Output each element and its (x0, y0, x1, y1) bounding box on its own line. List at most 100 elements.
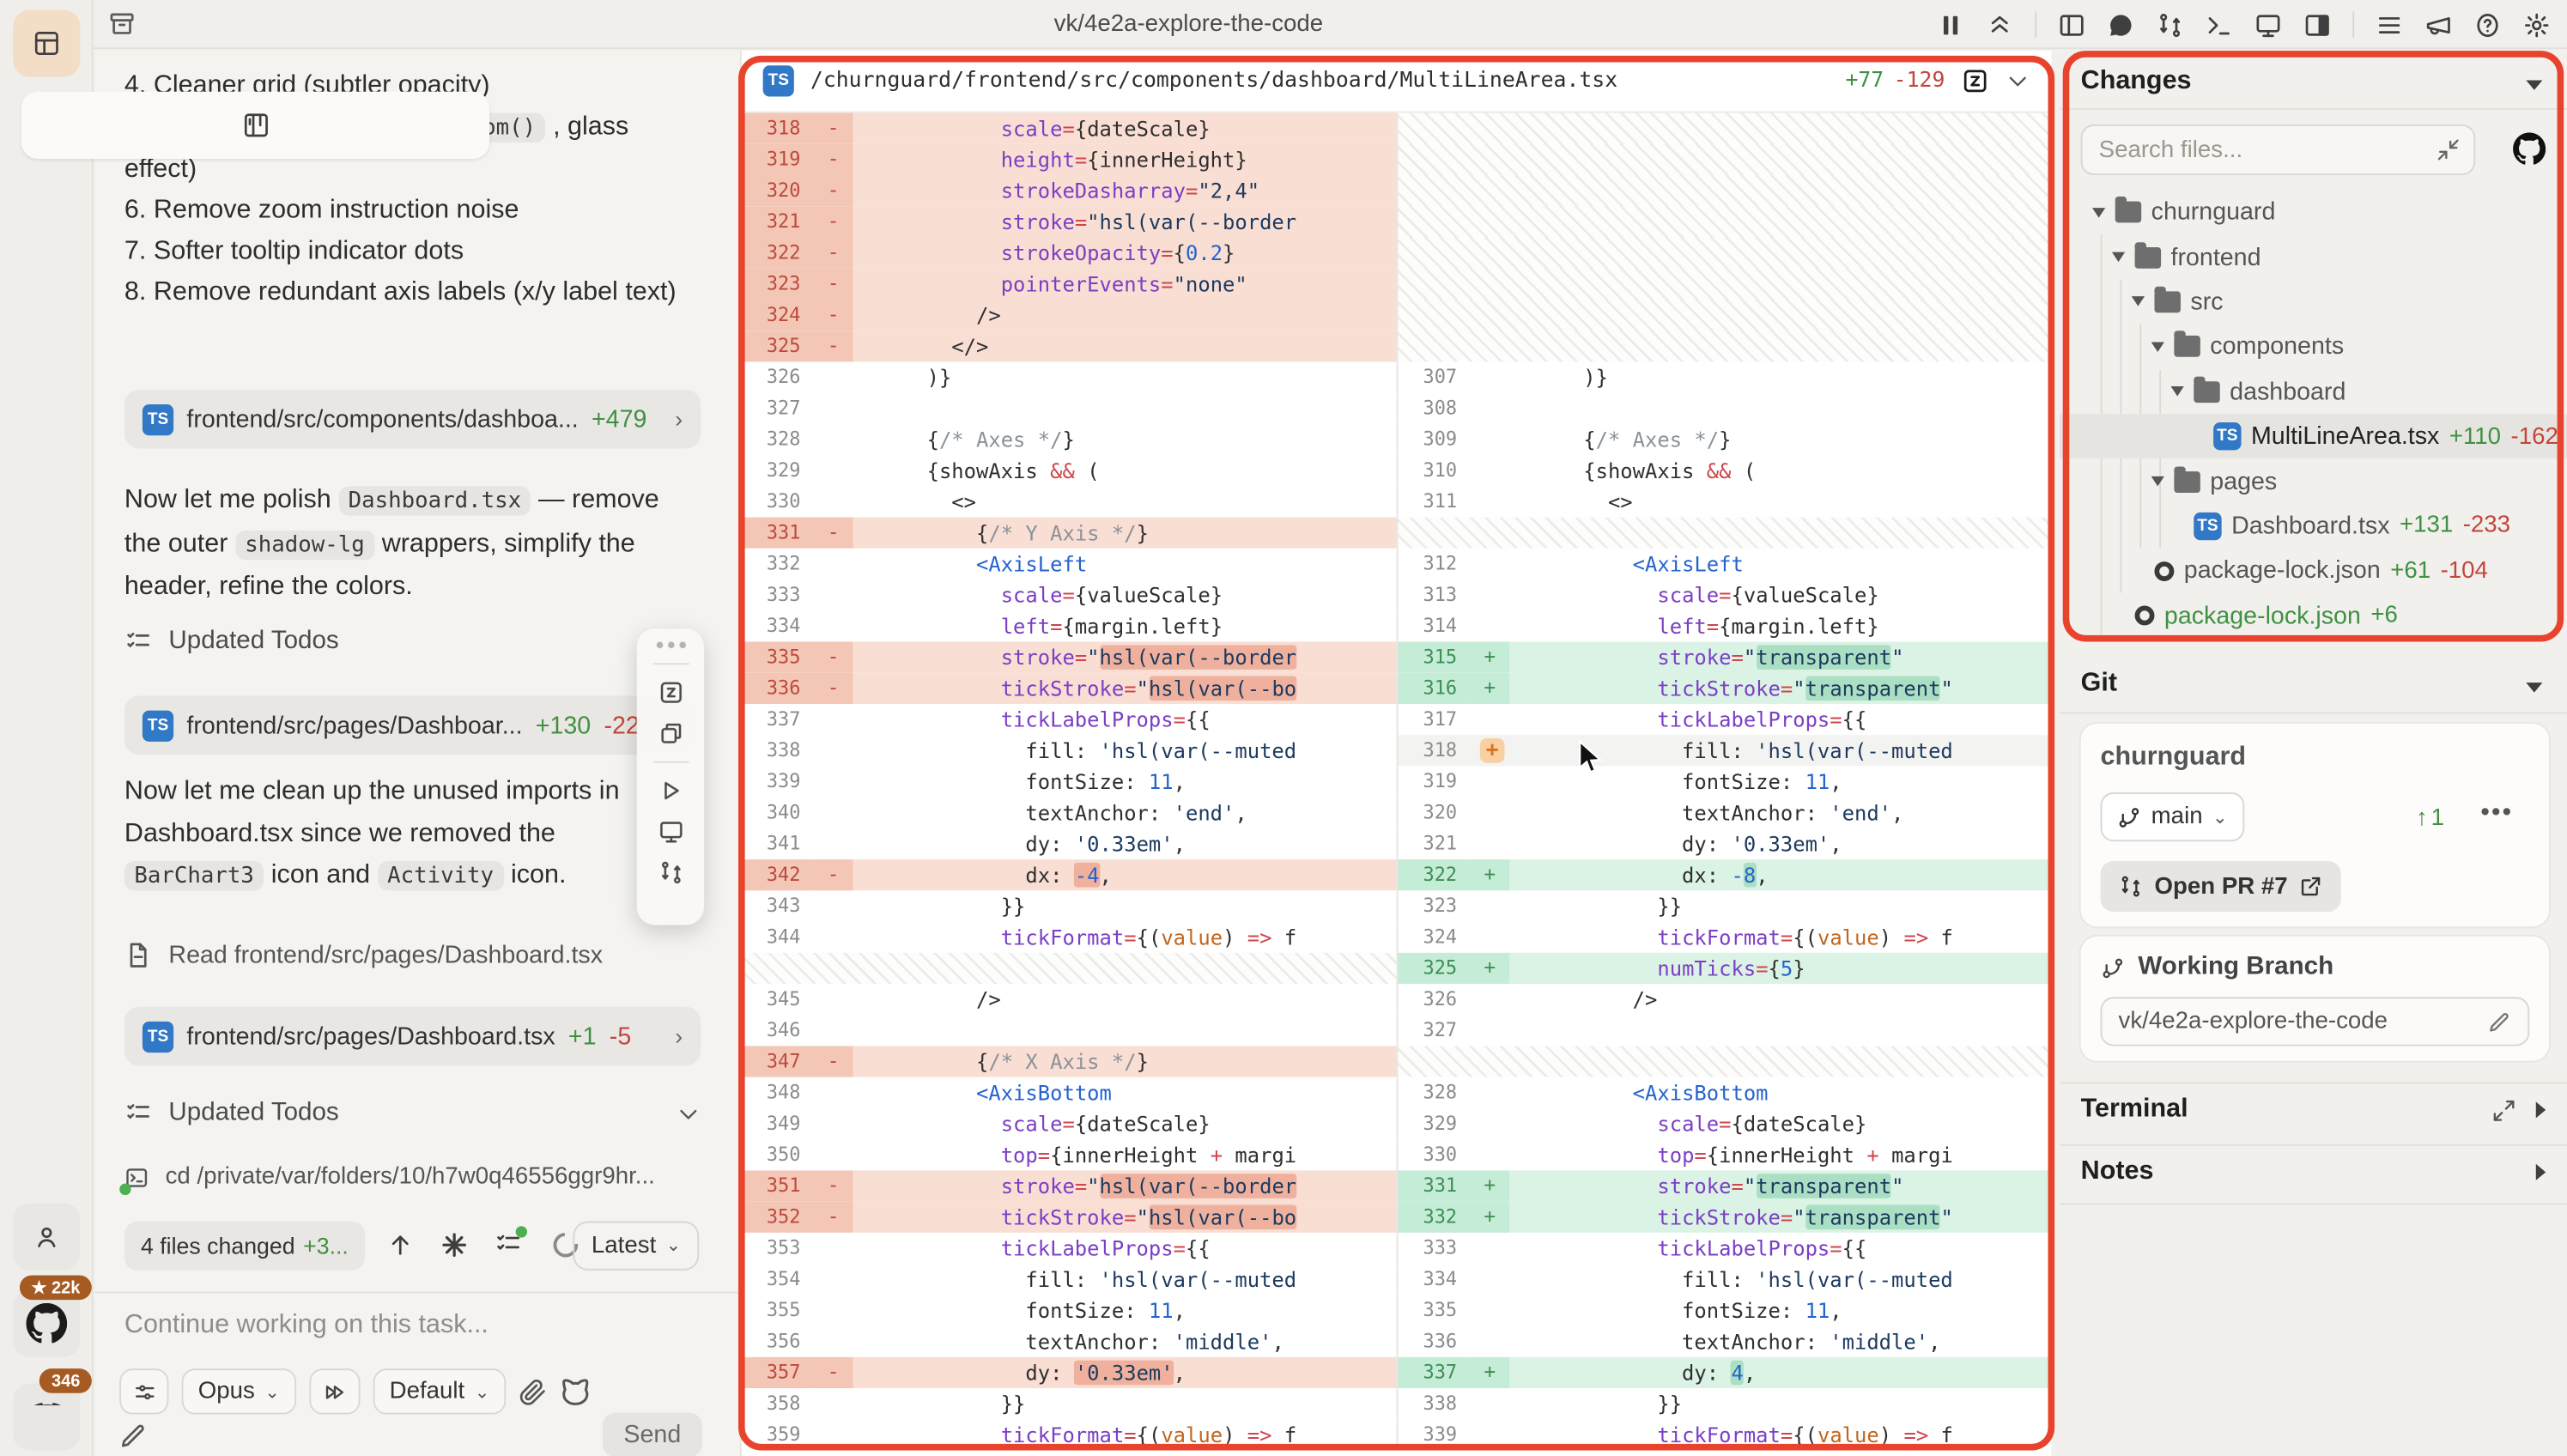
list-item: 6. Remove zoom instruction noise (124, 190, 706, 231)
collapse-icon[interactable] (2436, 137, 2461, 162)
read-file-row[interactable]: Read frontend/src/pages/Dashboard.tsx (124, 941, 701, 968)
left-rail: ★ 22k 346 (0, 0, 94, 1456)
megaphone-icon[interactable] (2424, 10, 2452, 38)
account-button[interactable] (13, 1204, 80, 1271)
diff-row: 327308 (742, 393, 2052, 424)
pen-icon[interactable] (119, 1423, 147, 1450)
folder-icon (2154, 291, 2181, 312)
triangle-right-icon[interactable] (2536, 1101, 2546, 1118)
list-item: 7. Softer tooltip indicator dots (124, 231, 706, 272)
diff-editor-icon[interactable] (658, 679, 684, 706)
tree-file-row[interactable]: package-lock.json+6 (2060, 593, 2567, 638)
github-cat-icon[interactable] (2513, 132, 2546, 165)
tree-file-row[interactable]: package-lock.json+61-104 (2060, 549, 2567, 593)
diff-row: 326 )}307 )} (742, 361, 2052, 392)
terminal-section-header[interactable]: Terminal (2081, 1095, 2546, 1125)
inline-code: Activity (378, 861, 504, 890)
file-change-chip[interactable]: TS frontend/src/pages/Dashboar... +130 -… (124, 695, 701, 755)
tree-folder-row[interactable]: churnguard (2060, 190, 2567, 234)
titlebar: vk/4e2a-explore-the-code (0, 0, 2567, 49)
tree-folder-row[interactable]: dashboard (2060, 369, 2567, 414)
diff-row: 331- {/* Y Axis */} (742, 518, 2052, 549)
mode-dropdown[interactable]: Default⌄ (373, 1368, 507, 1414)
help-icon[interactable] (2473, 10, 2501, 38)
chevron-down-icon[interactable] (2006, 69, 2030, 94)
tree-folder-row[interactable]: frontend (2060, 234, 2567, 279)
checklist-icon (124, 1099, 152, 1126)
working-branch-input[interactable]: vk/4e2a-explore-the-code (2101, 997, 2530, 1046)
files-changed-chip[interactable]: 4 files changed +3... (124, 1221, 365, 1270)
todo-list-icon[interactable] (495, 1231, 522, 1259)
file-change-chip[interactable]: TS frontend/src/components/dashboa... +4… (124, 390, 701, 449)
diff-row: 358 }}338 }} (742, 1388, 2052, 1419)
todos-row[interactable]: Updated Todos (124, 1099, 701, 1128)
monitor-icon[interactable] (658, 818, 684, 845)
git-compare-icon[interactable] (2156, 10, 2183, 38)
menu-icon[interactable] (2376, 10, 2403, 38)
arrow-up-icon[interactable] (386, 1231, 414, 1259)
tree-folder-row[interactable]: pages (2060, 459, 2567, 504)
pencil-icon[interactable] (2487, 1010, 2512, 1034)
diff-row: 345 />326 /> (742, 984, 2052, 1015)
notes-section-header[interactable]: Notes (2081, 1157, 2546, 1186)
diff-row: 320- strokeDasharray="2,4" (742, 175, 2052, 206)
more-menu-icon[interactable]: ••• (2480, 799, 2513, 828)
expand-icon[interactable] (2491, 1098, 2516, 1123)
open-pr-button[interactable]: Open PR #7 (2101, 861, 2342, 912)
file-change-chip[interactable]: TS frontend/src/pages/Dashboard.tsx +1 -… (124, 1007, 701, 1066)
ts-file-icon: TS (2213, 422, 2241, 450)
triangle-down-icon[interactable] (2526, 682, 2542, 692)
send-button[interactable]: Send (603, 1413, 702, 1456)
panel-right-icon[interactable] (2303, 10, 2331, 38)
list-item: 8. Remove redundant axis labels (x/y lab… (124, 272, 706, 313)
drag-handle-icon[interactable] (656, 642, 685, 649)
chevrons-up-icon[interactable] (1986, 10, 2013, 38)
sparkle-icon[interactable] (440, 1231, 468, 1259)
diff-row: 342- dx: -4,322+ dx: -8, (742, 859, 2052, 890)
triangle-down-icon[interactable] (2526, 80, 2542, 89)
diff-row: 337 tickLabelProps={{317 tickLabelProps=… (742, 704, 2052, 735)
fast-forward-button[interactable] (309, 1368, 360, 1414)
diff-row: 325- </> (742, 331, 2052, 361)
panel-left-icon[interactable] (2058, 10, 2085, 38)
floating-toolbar (637, 628, 704, 925)
tree-folder-row[interactable]: src (2060, 280, 2567, 325)
copy-icon[interactable] (658, 720, 684, 747)
play-icon[interactable] (658, 778, 684, 804)
branch-dropdown[interactable]: main⌄ (2101, 792, 2244, 841)
cat-icon[interactable] (560, 1376, 591, 1407)
git-compare-icon[interactable] (658, 859, 684, 886)
triangle-right-icon[interactable] (2536, 1164, 2546, 1180)
search-input[interactable] (2096, 135, 2437, 164)
github-stars-badge: ★ 22k (20, 1275, 92, 1300)
kanban-view-button[interactable] (21, 92, 489, 159)
diff-square-icon[interactable] (1961, 67, 1988, 94)
latest-dropdown[interactable]: Latest⌄ (573, 1221, 699, 1270)
composer-input[interactable]: Continue working on this task... (124, 1311, 489, 1340)
person-icon (33, 1222, 60, 1250)
tree-folder-row[interactable]: components (2060, 325, 2567, 369)
tree-file-row[interactable]: TSMultiLineArea.tsx+110-162 (2060, 414, 2567, 458)
terminal-icon[interactable] (2206, 10, 2233, 38)
pause-icon[interactable] (1937, 10, 1964, 38)
command-row[interactable]: cd /private/var/folders/10/h7w0q46556ggr… (124, 1164, 701, 1191)
layout-view-button[interactable] (13, 9, 80, 76)
monitor-icon[interactable] (2254, 10, 2282, 38)
chevron-down-icon[interactable] (677, 1101, 701, 1125)
diff-row: 350 top={innerHeight + margi330 top={inn… (742, 1139, 2052, 1170)
chat-bubble-icon[interactable] (2107, 10, 2134, 38)
diff-row: 336- tickStroke="hsl(var(--bo316+ tickSt… (742, 673, 2052, 704)
settings-sliders-button[interactable] (119, 1368, 168, 1414)
discord-button[interactable]: 346 (13, 1383, 80, 1450)
paperclip-icon[interactable] (519, 1378, 547, 1405)
gear-icon[interactable] (2523, 10, 2551, 38)
add-comment-button[interactable]: + (1480, 738, 1505, 763)
tree-file-row[interactable]: TSDashboard.tsx+131-233 (2060, 504, 2567, 549)
diff-row: 335- stroke="hsl(var(--border315+ stroke… (742, 642, 2052, 673)
git-branch-icon (2101, 956, 2126, 980)
diff-row: 324- /> (742, 300, 2052, 331)
github-button[interactable]: ★ 22k (13, 1290, 80, 1357)
todos-row[interactable]: Updated Todos (124, 627, 701, 656)
archive-icon[interactable] (108, 9, 136, 37)
model-dropdown[interactable]: Opus⌄ (182, 1368, 296, 1414)
